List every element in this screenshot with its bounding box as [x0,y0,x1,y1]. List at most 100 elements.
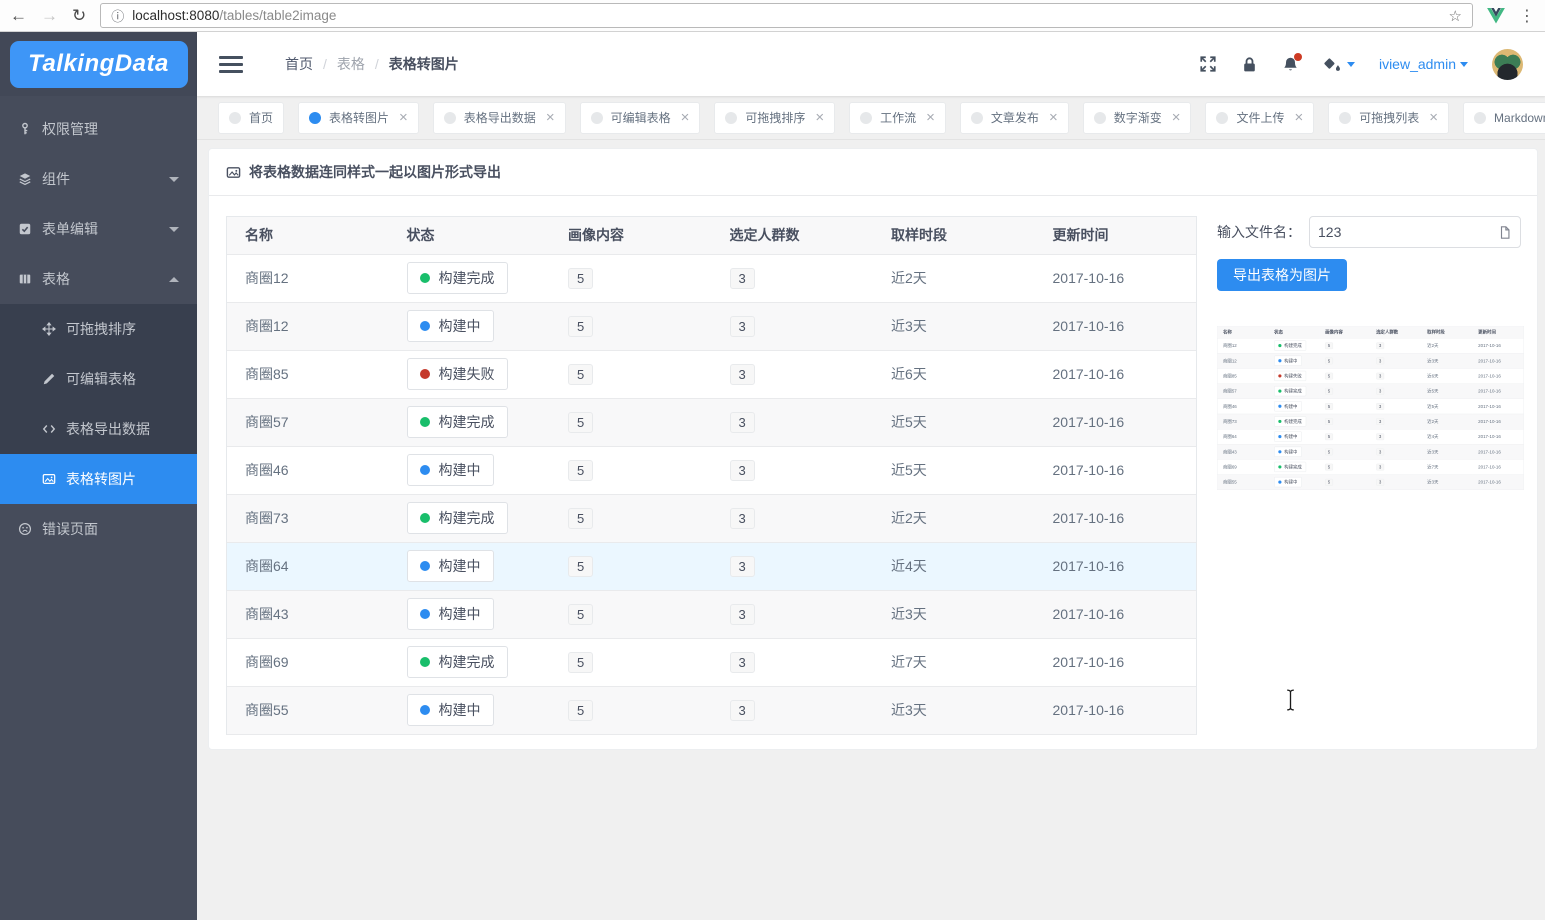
filename-input[interactable] [1318,224,1498,240]
card-header: 将表格数据连同样式一起以图片形式导出 [209,149,1537,196]
page-info-icon[interactable]: ⓘ [111,6,124,25]
cell-updated: 2017-10-16 [1034,494,1196,543]
cell-updated: 2017-10-16 [1034,638,1196,687]
breadcrumb-home[interactable]: 首页 [285,54,313,74]
close-icon[interactable]: × [1172,110,1181,125]
card-title: 将表格数据连同样式一起以图片形式导出 [249,164,501,180]
sidebar-item-permission[interactable]: 权限管理 [0,104,197,154]
tab-draggable-sort[interactable]: 可拖拽排序 × [714,101,836,134]
close-icon[interactable]: × [815,110,824,125]
cell-name: 商圈46 [227,446,389,495]
cell-updated: 2017-10-16 [1472,398,1524,415]
portrait-count-tag: 5 [1325,342,1334,349]
people-count-tag: 3 [729,459,755,481]
tab-workflow[interactable]: 工作流 × [849,101,946,134]
url-path: /tables/table2image [219,8,337,23]
sidebar-item-table-to-image[interactable]: 表格转图片 [0,454,197,504]
tab-markdown-editor[interactable]: Markdown编辑器× [1463,101,1545,134]
theme-paint-icon[interactable] [1323,56,1355,73]
portrait-count-tag: 5 [568,363,594,385]
table-row[interactable]: 商圈69 构建完成 5 3 近7天 2017-10-16 [227,638,1196,687]
hamburger-menu-icon[interactable] [219,55,243,73]
status-badge: 构建中 [1274,477,1302,488]
column-header: 更新时间 [1034,217,1196,255]
text-cursor [1285,689,1296,716]
cell-period: 近5天 [1421,398,1473,415]
people-count-tag: 3 [729,651,755,673]
cell-name: 商圈55 [227,686,389,735]
sidebar-item-tables[interactable]: 表格 [0,254,197,304]
chevron-down-icon [1346,61,1355,67]
close-icon[interactable]: × [1049,110,1058,125]
fullscreen-icon[interactable] [1199,55,1217,73]
sidebar: TalkingData 权限管理 组件 表单编辑 表格 可拖拽排序 可编辑表格 表格导出数据… [0,32,197,920]
table-row: 商圈12 构建中 5 3 近3天 2017-10-16 [1217,353,1524,369]
checkbox-icon [18,222,32,236]
cell-name: 商圈43 [227,590,389,639]
avatar[interactable] [1492,48,1523,80]
notification-bell-icon[interactable] [1282,52,1302,73]
portrait-count-tag: 5 [1325,478,1334,486]
export-table-button[interactable]: 导出表格为图片 [1217,259,1347,291]
table-row[interactable]: 商圈57 构建完成 5 3 近5天 2017-10-16 [227,398,1196,447]
tab-draggable-list[interactable]: 可拖拽列表 × [1328,101,1450,134]
close-icon[interactable]: × [546,110,555,125]
close-icon[interactable]: × [681,110,690,125]
bookmark-star-icon[interactable]: ☆ [1449,7,1462,25]
chevron-up-icon [169,276,179,282]
table-row[interactable]: 商圈12 构建完成 5 3 近2天 2017-10-16 [227,254,1196,303]
column-header: 状态 [1268,326,1320,339]
table-row[interactable]: 商圈64 构建中 5 3 近4天 2017-10-16 [227,542,1196,591]
cell-name: 商圈85 [1217,368,1269,384]
status-badge: 构建失败 [406,358,508,390]
tab-file-upload[interactable]: 文件上传 × [1205,101,1315,134]
lock-icon[interactable] [1241,56,1258,73]
table-row[interactable]: 商圈43 构建中 5 3 近3天 2017-10-16 [227,590,1196,639]
sidebar-item-export-data[interactable]: 表格导出数据 [0,404,197,454]
sidebar-item-editable-table[interactable]: 可编辑表格 [0,354,197,404]
tab-export-data[interactable]: 表格导出数据 × [432,101,566,134]
tab-article-publish[interactable]: 文章发布 × [959,101,1069,134]
cell-period: 近2天 [873,254,1035,303]
url-bar[interactable]: ⓘ localhost:8080/tables/table2image ☆ [100,3,1473,28]
tab-dot-icon [443,111,456,124]
close-icon[interactable]: × [926,110,935,125]
browser-menu-icon[interactable]: ⋮ [1519,6,1535,26]
table-row[interactable]: 商圈73 构建完成 5 3 近2天 2017-10-16 [227,494,1196,543]
people-count-tag: 3 [729,603,755,625]
tab-editable-table[interactable]: 可编辑表格 × [579,101,701,134]
cell-period: 近5天 [1421,383,1473,399]
cell-name: 商圈12 [227,254,389,303]
breadcrumb-tables[interactable]: 表格 [337,54,365,74]
close-icon[interactable]: × [399,110,408,125]
tab-number-gradient[interactable]: 数字渐变 × [1082,101,1192,134]
sidebar-item-components[interactable]: 组件 [0,154,197,204]
tab-table-to-image[interactable]: 表格转图片 × [298,101,419,134]
close-icon[interactable]: × [1295,110,1304,125]
reload-icon[interactable]: ↻ [72,7,86,24]
portrait-count-tag: 5 [568,267,594,289]
status-dot-icon [1278,359,1282,363]
close-icon[interactable]: × [1429,110,1438,125]
cell-name: 商圈57 [227,398,389,447]
sidebar-item-error-pages[interactable]: 错误页面 [0,504,197,554]
status-badge: 构建完成 [1274,461,1306,472]
table-row[interactable]: 商圈85 构建失败 5 3 近6天 2017-10-16 [227,350,1196,399]
cell-name: 商圈12 [227,302,389,351]
status-dot-icon [419,609,430,619]
portrait-count-tag: 5 [1325,402,1334,410]
tab-dot-icon [1216,111,1229,124]
tab-home[interactable]: 首页 [218,101,285,134]
user-menu[interactable]: iview_admin [1379,56,1468,72]
app-logo[interactable]: TalkingData [9,40,188,88]
vue-devtools-icon[interactable] [1487,7,1505,24]
portrait-count-tag: 5 [568,507,594,529]
forward-icon[interactable]: → [41,7,58,24]
sidebar-item-form-editor[interactable]: 表单编辑 [0,204,197,254]
table-row[interactable]: 商圈12 构建中 5 3 近3天 2017-10-16 [227,302,1196,351]
back-icon[interactable]: ← [10,7,27,24]
sidebar-menu: 权限管理 组件 表单编辑 表格 可拖拽排序 可编辑表格 表格导出数据 表格转图片 错误页面 [0,96,197,554]
table-row[interactable]: 商圈55 构建中 5 3 近3天 2017-10-16 [227,686,1196,735]
table-row[interactable]: 商圈46 构建中 5 3 近5天 2017-10-16 [227,446,1196,495]
sidebar-item-draggable-sort[interactable]: 可拖拽排序 [0,304,197,354]
